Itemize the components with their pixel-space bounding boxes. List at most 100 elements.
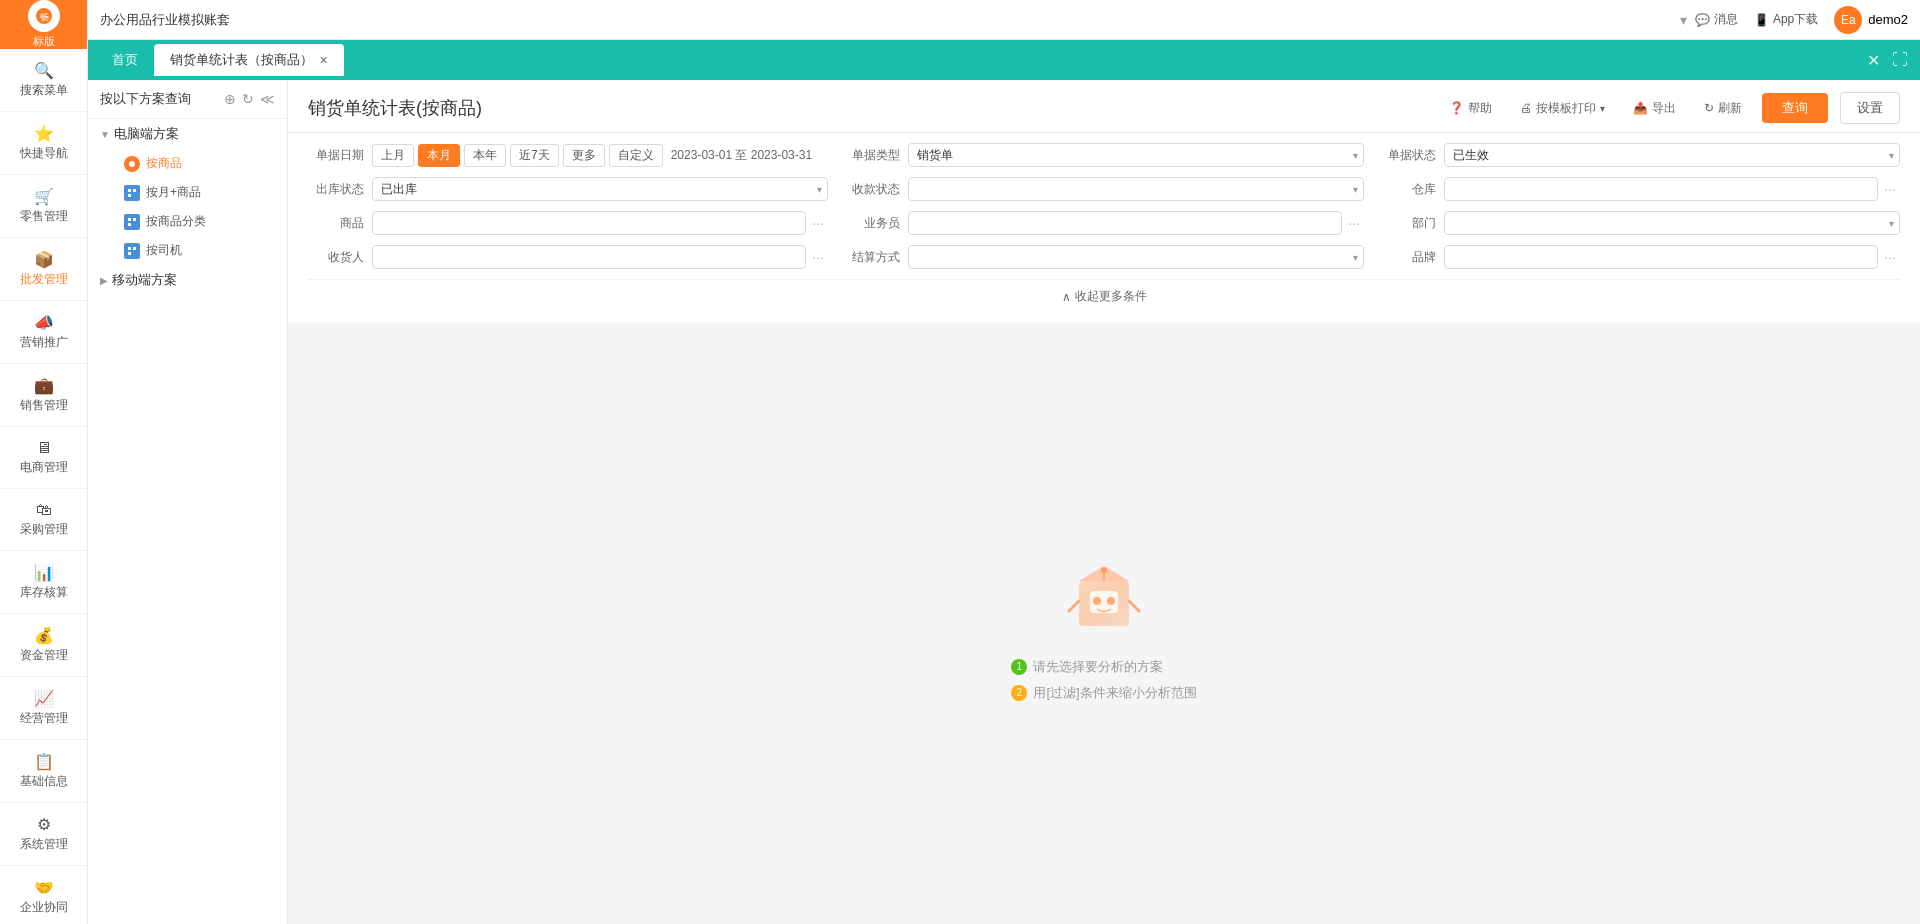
sidebar-item-enterprise[interactable]: 🤝 企业协同 bbox=[0, 866, 87, 924]
svg-rect-6 bbox=[128, 218, 131, 221]
sidebar-label-retail: 零售管理 bbox=[4, 208, 83, 225]
sidebar-item-system[interactable]: ⚙ 系统管理 bbox=[0, 803, 87, 866]
salesman-input[interactable] bbox=[908, 211, 1342, 235]
left-panel-header: 按以下方案查询 ⊕ ↻ ≪ bbox=[88, 80, 287, 119]
sidebar-item-marketing[interactable]: 📣 营销推广 bbox=[0, 301, 87, 364]
svg-point-17 bbox=[1101, 567, 1107, 573]
filter-status: 单据状态 已生效 ▾ bbox=[1380, 143, 1900, 167]
date-btn-7days[interactable]: 近7天 bbox=[510, 144, 559, 167]
sidebar-item-wholesale[interactable]: 📦 批发管理 bbox=[0, 238, 87, 301]
svg-rect-3 bbox=[128, 189, 131, 192]
brand-input[interactable] bbox=[1444, 245, 1878, 269]
sidebar-item-purchase[interactable]: 🛍 采购管理 bbox=[0, 489, 87, 551]
tree-item-by-category[interactable]: 按商品分类 bbox=[88, 207, 287, 236]
out-status-label: 出库状态 bbox=[308, 181, 364, 198]
message-btn[interactable]: 💬 消息 bbox=[1695, 11, 1738, 28]
page-title: 销货单统计表(按商品) bbox=[308, 96, 482, 120]
tab-expand-btn[interactable]: ⛶ bbox=[1888, 47, 1912, 74]
sidebar-item-ecommerce[interactable]: 🖥 电商管理 bbox=[0, 427, 87, 489]
filter-out-status: 出库状态 已出库 ▾ bbox=[308, 177, 828, 201]
product-input[interactable] bbox=[372, 211, 806, 235]
export-btn[interactable]: 📤 导出 bbox=[1625, 96, 1684, 121]
tree-group-mobile-label: 移动端方案 bbox=[112, 271, 177, 289]
brand-dots[interactable]: ··· bbox=[1880, 249, 1900, 265]
message-icon: 💬 bbox=[1695, 13, 1710, 27]
date-btn-custom[interactable]: 自定义 bbox=[609, 144, 663, 167]
receipt-status-select[interactable] bbox=[908, 177, 1364, 201]
sidebar-label-operation: 经营管理 bbox=[4, 710, 83, 727]
tip-num-1: 1 bbox=[1011, 659, 1027, 675]
date-btn-thismonth[interactable]: 本月 bbox=[418, 144, 460, 167]
status-select[interactable]: 已生效 bbox=[1444, 143, 1900, 167]
tree-item-by-driver[interactable]: 按司机 bbox=[88, 236, 287, 265]
export-label: 导出 bbox=[1652, 100, 1676, 117]
filter-row-3: 商品 ··· 业务员 ··· 部门 bbox=[308, 211, 1900, 235]
type-select[interactable]: 销货单 bbox=[908, 143, 1364, 167]
ecommerce-icon: 🖥 bbox=[4, 439, 83, 457]
warehouse-dots[interactable]: ··· bbox=[1880, 181, 1900, 197]
sidebar-item-inventory[interactable]: 📊 库存核算 bbox=[0, 551, 87, 614]
settings-btn[interactable]: 设置 bbox=[1840, 92, 1900, 124]
refresh-scheme-btn[interactable]: ↻ bbox=[242, 91, 254, 107]
tree-item-by-month-product[interactable]: 按月+商品 bbox=[88, 178, 287, 207]
filter-row-1: 单据日期 上月 本月 本年 近7天 更多 自定义 2023-03-01 至 20… bbox=[308, 143, 1900, 167]
filter-section: 单据日期 上月 本月 本年 近7天 更多 自定义 2023-03-01 至 20… bbox=[288, 133, 1920, 323]
status-select-wrapper: 已生效 ▾ bbox=[1444, 143, 1900, 167]
collapse-bar[interactable]: ∧ 收起更多条件 bbox=[308, 279, 1900, 313]
print-btn[interactable]: 🖨 按模板打印 ▾ bbox=[1512, 96, 1613, 121]
topbar-dropdown-icon[interactable]: ▾ bbox=[1680, 12, 1687, 28]
receiver-input-area: ··· bbox=[372, 245, 828, 269]
main-area: 办公用品行业模拟账套 ▾ 💬 消息 📱 App下载 Ea demo2 首页 bbox=[88, 0, 1920, 924]
settlement-select[interactable] bbox=[908, 245, 1364, 269]
sidebar-item-operation[interactable]: 📈 经营管理 bbox=[0, 677, 87, 740]
sidebar-item-sales[interactable]: 💼 销售管理 bbox=[0, 364, 87, 427]
dept-select[interactable] bbox=[1444, 211, 1900, 235]
empty-tip-1: 1 请先选择要分析的方案 bbox=[1011, 658, 1196, 676]
status-label: 单据状态 bbox=[1380, 147, 1436, 164]
sidebar-item-search[interactable]: 🔍 搜索菜单 bbox=[0, 49, 87, 112]
sidebar-item-quick[interactable]: ⭐ 快捷导航 bbox=[0, 112, 87, 175]
out-status-select[interactable]: 已出库 bbox=[372, 177, 828, 201]
query-btn[interactable]: 查询 bbox=[1762, 93, 1828, 123]
warehouse-input-area: ··· bbox=[1444, 177, 1900, 201]
inventory-icon: 📊 bbox=[4, 563, 83, 582]
app-logo[interactable]: 畅 标版 bbox=[0, 0, 87, 49]
svg-point-2 bbox=[129, 161, 135, 167]
empty-tip-2: 2 用[过滤]条件来缩小分析范围 bbox=[1011, 684, 1196, 702]
filter-dept: 部门 ▾ bbox=[1380, 211, 1900, 235]
tree-item-by-product[interactable]: 按商品 bbox=[88, 149, 287, 178]
receipt-status-label: 收款状态 bbox=[844, 181, 900, 198]
app-download-label: App下载 bbox=[1773, 11, 1818, 28]
sidebar-label-system: 系统管理 bbox=[4, 836, 83, 853]
sidebar-item-basic[interactable]: 📋 基础信息 bbox=[0, 740, 87, 803]
tab-close-icon[interactable]: ✕ bbox=[319, 55, 328, 66]
app-download-btn[interactable]: 📱 App下载 bbox=[1754, 11, 1818, 28]
receiver-input[interactable] bbox=[372, 245, 806, 269]
retail-icon: 🛒 bbox=[4, 187, 83, 206]
tip-num-2: 2 bbox=[1011, 685, 1027, 701]
collapse-panel-btn[interactable]: ≪ bbox=[260, 91, 275, 107]
tree-group-mobile[interactable]: ▶ 移动端方案 bbox=[88, 265, 287, 295]
print-dropdown-icon: ▾ bbox=[1600, 103, 1605, 114]
date-btn-lastmonth[interactable]: 上月 bbox=[372, 144, 414, 167]
product-dots[interactable]: ··· bbox=[808, 215, 828, 231]
tree-group-desktop[interactable]: ▼ 电脑端方案 bbox=[88, 119, 287, 149]
warehouse-input[interactable] bbox=[1444, 177, 1878, 201]
receiver-dots[interactable]: ··· bbox=[808, 249, 828, 265]
user-profile[interactable]: Ea demo2 bbox=[1834, 6, 1908, 34]
sidebar-item-finance[interactable]: 💰 资金管理 bbox=[0, 614, 87, 677]
tab-report[interactable]: 销货单统计表（按商品） ✕ bbox=[154, 44, 344, 76]
svg-point-15 bbox=[1107, 597, 1115, 605]
product-input-area: ··· bbox=[372, 211, 828, 235]
tree-arrow-desktop: ▼ bbox=[100, 129, 110, 140]
date-btn-more[interactable]: 更多 bbox=[563, 144, 605, 167]
help-btn[interactable]: ❓ 帮助 bbox=[1441, 96, 1500, 121]
add-scheme-btn[interactable]: ⊕ bbox=[224, 91, 236, 107]
refresh-btn[interactable]: ↻ 刷新 bbox=[1696, 96, 1750, 121]
tabbar-actions: ✕ ⛶ bbox=[1863, 47, 1912, 74]
sidebar-item-retail[interactable]: 🛒 零售管理 bbox=[0, 175, 87, 238]
tab-home[interactable]: 首页 bbox=[96, 44, 154, 76]
date-btn-thisyear[interactable]: 本年 bbox=[464, 144, 506, 167]
tab-close-btn[interactable]: ✕ bbox=[1863, 47, 1884, 74]
salesman-dots[interactable]: ··· bbox=[1344, 215, 1364, 231]
